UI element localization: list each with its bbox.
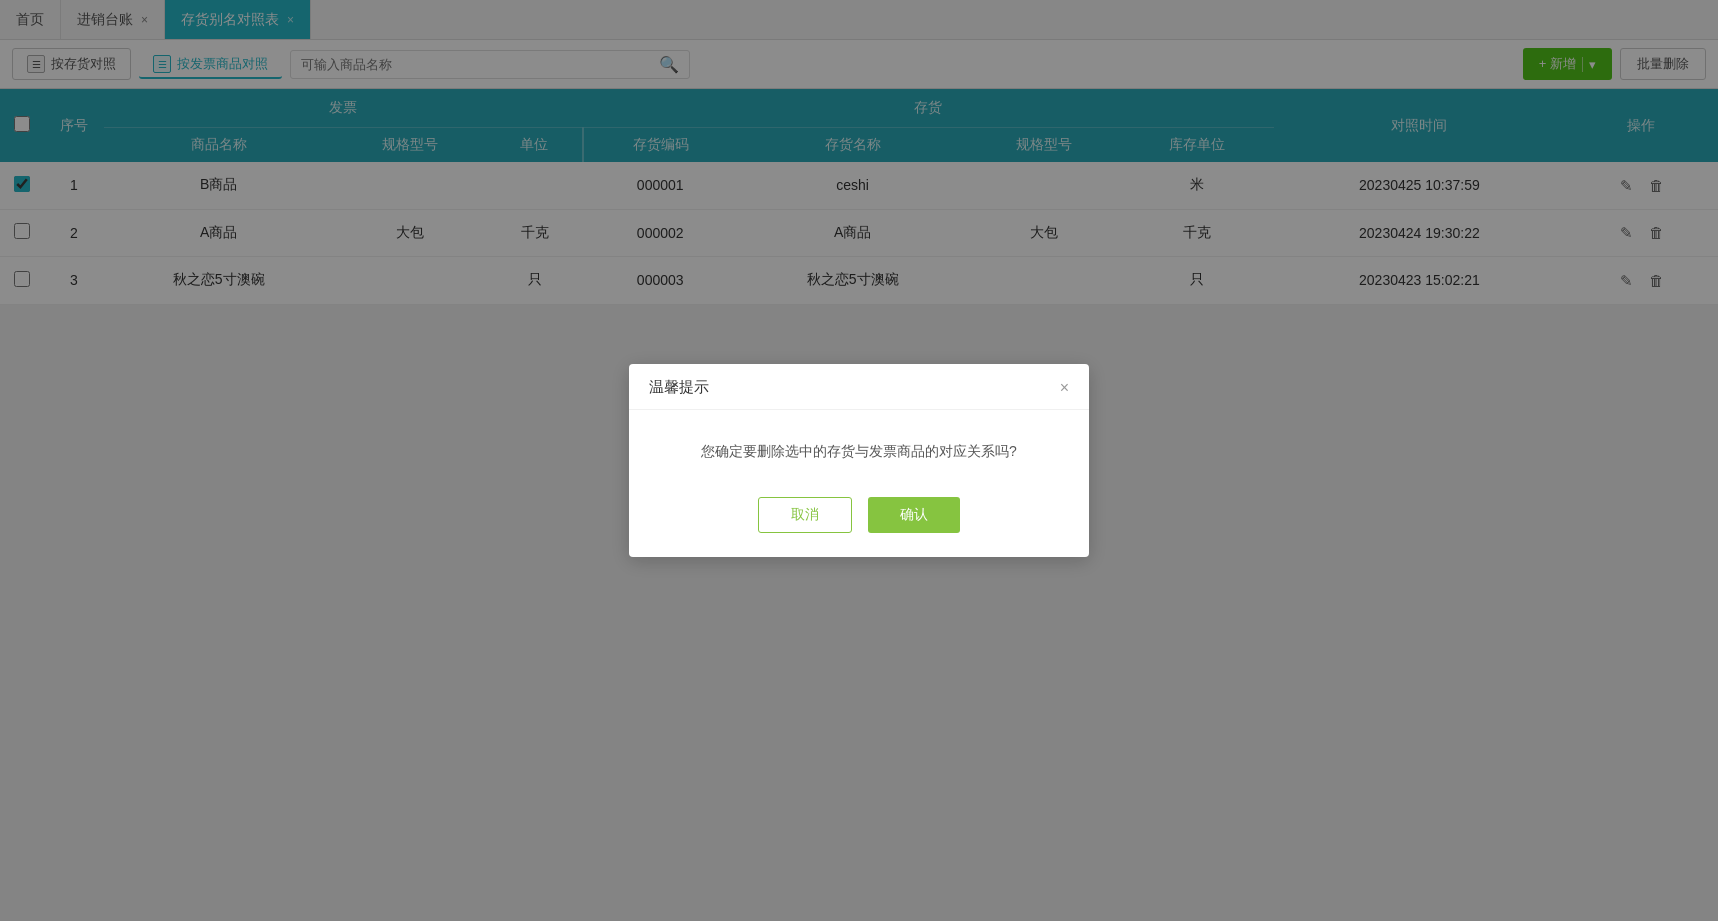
dialog-overlay: 温馨提示 × 您确定要删除选中的存货与发票商品的对应关系吗? 取消 确认 — [0, 0, 1718, 305]
